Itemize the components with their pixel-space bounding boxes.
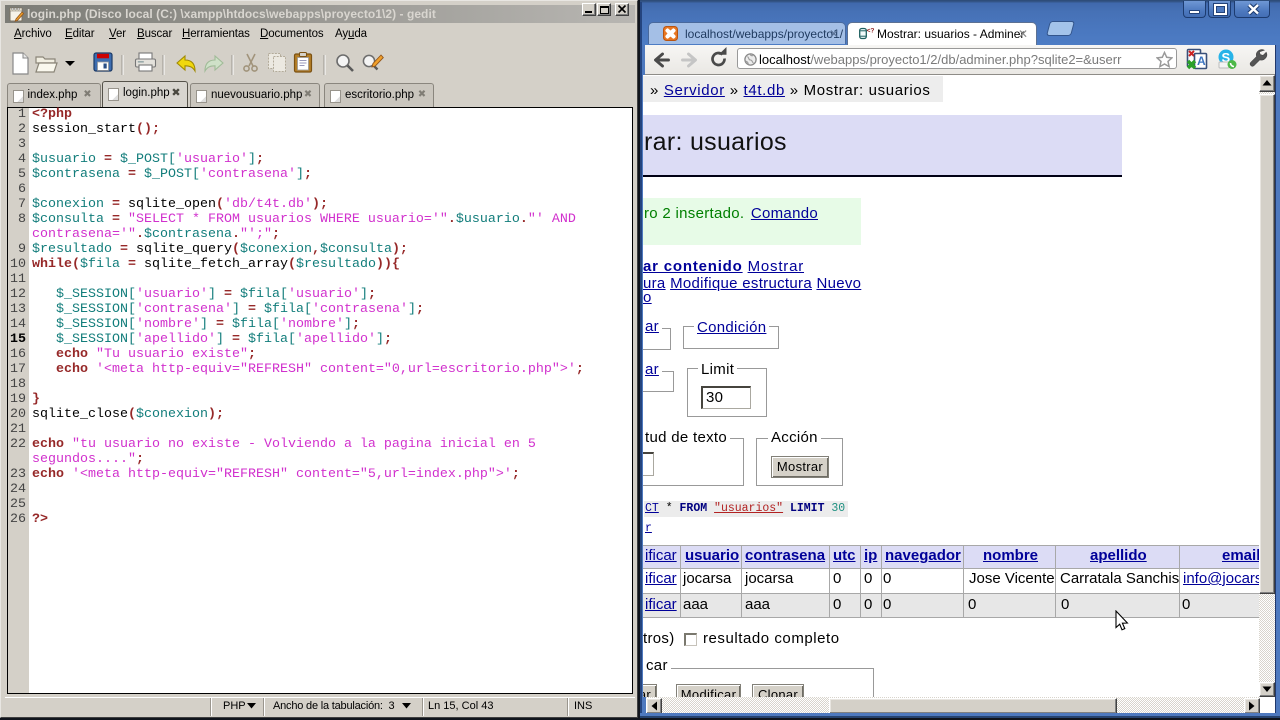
svg-text:<?: <? <box>867 28 875 35</box>
svg-text:A: A <box>1197 54 1206 68</box>
